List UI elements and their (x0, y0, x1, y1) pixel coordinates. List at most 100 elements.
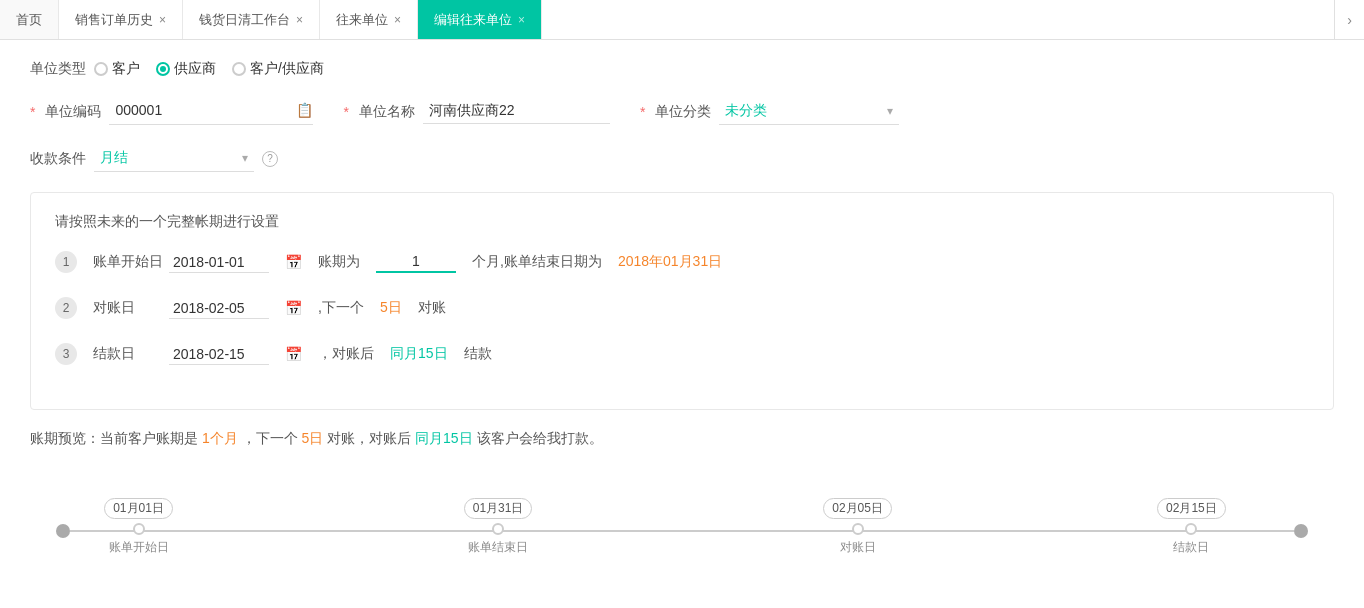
card-intro-text: 请按照未来的一个完整帐期进行设置 (55, 213, 1309, 231)
radio-supplier[interactable]: 供应商 (156, 60, 216, 78)
main-content: 单位类型 客户 供应商 客户/供应商 * 单位编码 (0, 40, 1364, 608)
step-3-row: 3 结款日 📅 ，对账后 同月15日 结款 (55, 343, 1309, 365)
step-1-label: 账单开始日 (93, 253, 153, 271)
step-2-label: 对账日 (93, 299, 153, 317)
timeline-dot-2 (492, 523, 504, 535)
unit-type-label: 单位类型 (30, 60, 86, 78)
unit-category-group: * 单位分类 未分类 ▾ (640, 98, 899, 125)
tab-partner[interactable]: 往来单位 × (320, 0, 418, 39)
preview-text-row: 账期预览：当前客户账期是 1个月 ，下一个 5日 对账，对账后 同月15日 该客… (30, 430, 1334, 448)
radio-customer-label: 客户 (112, 60, 140, 78)
payment-terms-help-icon[interactable]: ? (262, 151, 278, 167)
timeline-point-3: 02月05日 对账日 (823, 498, 892, 556)
step-3-label: 结款日 (93, 345, 153, 363)
unit-category-value: 未分类 (725, 102, 883, 120)
radio-both-circle (232, 62, 246, 76)
payment-terms-dropdown[interactable]: 月结 ▾ (94, 145, 254, 172)
step-2-prefix: ,下一个 (318, 299, 364, 317)
timeline-point-2: 01月31日 账单结束日 (464, 498, 533, 556)
timeline-container: 01月01日 账单开始日 01月31日 账单结束日 02月05日 对账日 02月… (40, 498, 1324, 578)
radio-supplier-circle (156, 62, 170, 76)
step-3-date-input[interactable] (169, 344, 269, 365)
timeline-end-dot (1294, 524, 1308, 538)
payment-terms-label: 收款条件 (30, 150, 86, 168)
timeline-label-2: 01月31日 (464, 498, 533, 519)
timeline-section: 01月01日 账单开始日 01月31日 账单结束日 02月05日 对账日 02月… (30, 468, 1334, 588)
tab-edit-partner-close[interactable]: × (518, 13, 525, 27)
tab-home[interactable]: 首页 (0, 0, 59, 39)
radio-supplier-label: 供应商 (174, 60, 216, 78)
radio-customer[interactable]: 客户 (94, 60, 140, 78)
radio-both[interactable]: 客户/供应商 (232, 60, 324, 78)
unit-name-input[interactable] (423, 99, 610, 124)
tab-edit-partner[interactable]: 编辑往来单位 × (418, 0, 542, 39)
unit-code-required: * (30, 104, 35, 120)
unit-type-group: 单位类型 客户 供应商 客户/供应商 (30, 60, 324, 78)
unit-name-required: * (343, 104, 348, 120)
preview-prefix: 账期预览：当前客户账期是 (30, 430, 198, 446)
unit-name-label: 单位名称 (359, 103, 415, 121)
tab-sales-history-label: 销售订单历史 (75, 11, 153, 29)
tab-cash-work-label: 钱货日清工作台 (199, 11, 290, 29)
payment-terms-group: 收款条件 月结 ▾ ? (30, 145, 278, 172)
timeline-dot-3 (852, 523, 864, 535)
preview-part4: 对账，对账后 (327, 430, 411, 446)
preview-part3: 5日 (301, 430, 323, 446)
tab-cash-work-close[interactable]: × (296, 13, 303, 27)
unit-category-dropdown[interactable]: 未分类 ▾ (719, 98, 899, 125)
step-1-period-label: 账期为 (318, 253, 360, 271)
tab-sales-history[interactable]: 销售订单历史 × (59, 0, 183, 39)
tab-cash-work[interactable]: 钱货日清工作台 × (183, 0, 320, 39)
unit-code-label: 单位编码 (45, 103, 101, 121)
unit-name-group: * 单位名称 (343, 99, 609, 124)
step-1-num: 1 (55, 251, 77, 273)
step-2-calendar-icon[interactable]: 📅 (285, 300, 302, 316)
billing-period-card: 请按照未来的一个完整帐期进行设置 1 账单开始日 📅 账期为 个月,账单结束日期… (30, 192, 1334, 410)
timeline-point-1: 01月01日 账单开始日 (104, 498, 173, 556)
step-2-date-input[interactable] (169, 298, 269, 319)
preview-part1: 1个月 (202, 430, 238, 446)
timeline-desc-3: 对账日 (823, 539, 892, 556)
radio-group-unit-type: 客户 供应商 客户/供应商 (94, 60, 324, 78)
payment-terms-arrow-icon: ▾ (242, 151, 248, 165)
step-3-num: 3 (55, 343, 77, 365)
timeline-line (70, 530, 1294, 532)
step-2-num: 2 (55, 297, 77, 319)
timeline-desc-4: 结款日 (1157, 539, 1226, 556)
tab-partner-close[interactable]: × (394, 13, 401, 27)
timeline-label-1: 01月01日 (104, 498, 173, 519)
tab-partner-label: 往来单位 (336, 11, 388, 29)
preview-part2: ，下一个 (242, 430, 298, 446)
timeline-desc-1: 账单开始日 (104, 539, 173, 556)
unit-code-input[interactable] (109, 98, 296, 122)
preview-part6: 该客户会给我打款。 (477, 430, 603, 446)
tab-sales-history-close[interactable]: × (159, 13, 166, 27)
tab-home-label: 首页 (16, 11, 42, 29)
unit-type-row: 单位类型 客户 供应商 客户/供应商 (30, 60, 1334, 78)
unit-info-row: * 单位编码 📋 * 单位名称 * 单位分类 未分类 ▾ (30, 98, 1334, 125)
step-2-suffix: 对账 (418, 299, 446, 317)
step-1-period-input[interactable] (376, 251, 456, 273)
timeline-desc-2: 账单结束日 (464, 539, 533, 556)
step-3-calendar-icon[interactable]: 📅 (285, 346, 302, 362)
tabs-bar: 首页 销售订单历史 × 钱货日清工作台 × 往来单位 × 编辑往来单位 × › (0, 0, 1364, 40)
unit-code-copy-icon[interactable]: 📋 (296, 102, 313, 118)
timeline-label-3: 02月05日 (823, 498, 892, 519)
step-2-row: 2 对账日 📅 ,下一个 5日 对账 (55, 297, 1309, 319)
tab-edit-partner-label: 编辑往来单位 (434, 11, 512, 29)
tab-scroll-arrow[interactable]: › (1334, 0, 1364, 39)
unit-category-arrow-icon: ▾ (887, 104, 893, 118)
step-1-calendar-icon[interactable]: 📅 (285, 254, 302, 270)
unit-category-required: * (640, 104, 645, 120)
step-1-period-suffix: 个月,账单结束日期为 (472, 253, 602, 271)
payment-terms-row: 收款条件 月结 ▾ ? (30, 145, 1334, 172)
step-3-highlight: 同月15日 (390, 345, 448, 363)
step-3-prefix: ，对账后 (318, 345, 374, 363)
timeline-label-4: 02月15日 (1157, 498, 1226, 519)
timeline-point-4: 02月15日 结款日 (1157, 498, 1226, 556)
unit-category-label: 单位分类 (655, 103, 711, 121)
timeline-start-dot (56, 524, 70, 538)
step-1-date-input[interactable] (169, 252, 269, 273)
step-1-row: 1 账单开始日 📅 账期为 个月,账单结束日期为 2018年01月31日 (55, 251, 1309, 273)
preview-part5: 同月15日 (415, 430, 473, 446)
